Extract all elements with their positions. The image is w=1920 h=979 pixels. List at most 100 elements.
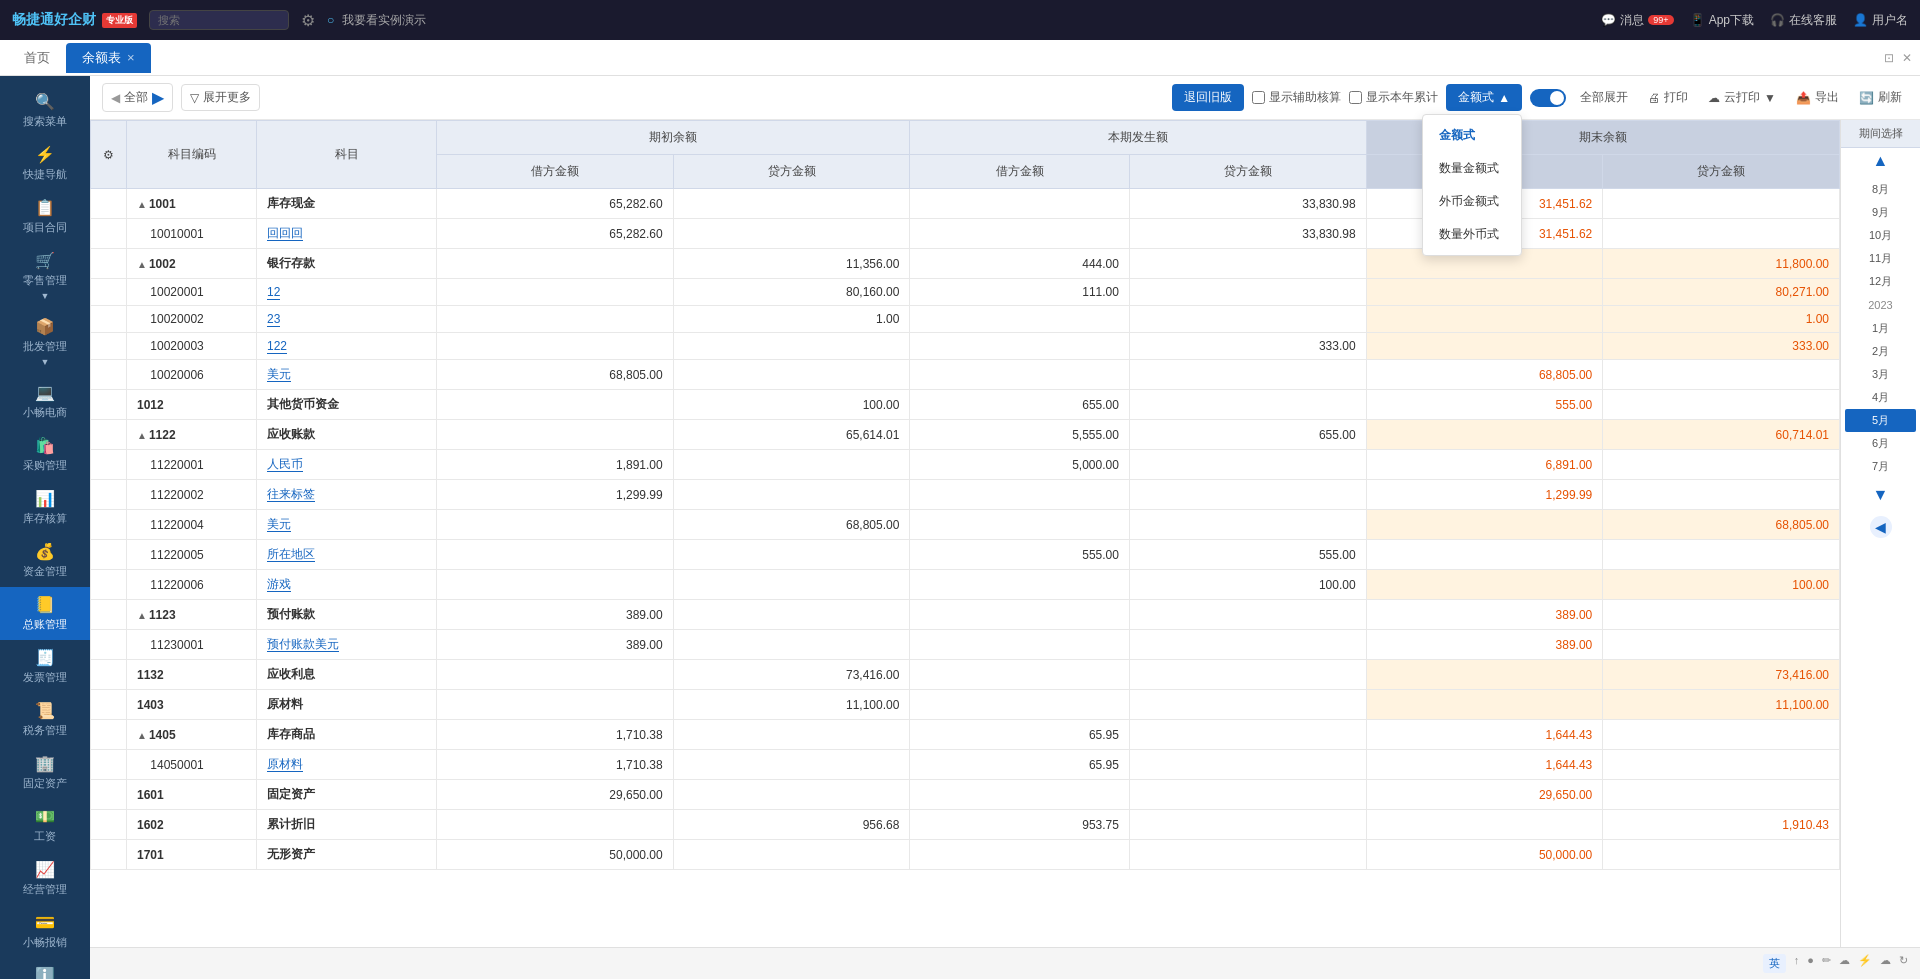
expand-all-toggle[interactable]: [1530, 89, 1566, 107]
account-link[interactable]: 23: [267, 312, 280, 327]
top-search-input[interactable]: [149, 10, 289, 30]
row-name[interactable]: 美元: [257, 360, 437, 390]
period-nav-down[interactable]: ▼: [1873, 486, 1889, 504]
account-link[interactable]: 所在地区: [267, 547, 315, 562]
cloud-print-button[interactable]: ☁ 云打印 ▼: [1702, 85, 1782, 110]
period-nav-up[interactable]: ▲: [1873, 152, 1889, 170]
month-2022-11[interactable]: 11月: [1841, 247, 1920, 270]
account-link[interactable]: 回回回: [267, 226, 303, 241]
settings-icon[interactable]: ⚙: [301, 11, 315, 30]
sidebar-item-operations[interactable]: 📈 经营管理: [0, 852, 90, 905]
bottom-icon-2[interactable]: ●: [1807, 954, 1814, 973]
tab-home[interactable]: 首页: [8, 43, 66, 73]
month-2022-12[interactable]: 12月: [1841, 270, 1920, 293]
bottom-icon-1[interactable]: ↑: [1794, 954, 1800, 973]
bottom-icon-4[interactable]: ☁: [1839, 954, 1850, 973]
lang-button[interactable]: 英: [1763, 954, 1786, 973]
sidebar-item-search[interactable]: 🔍 搜索菜单: [0, 84, 90, 137]
app-download-button[interactable]: 📱 App下载: [1690, 12, 1754, 29]
breadcrumb-all-button[interactable]: ◀ 全部 ▶: [102, 83, 173, 112]
row-name[interactable]: 人民币: [257, 450, 437, 480]
row-name[interactable]: 122: [257, 333, 437, 360]
show-aux-checkbox[interactable]: [1252, 91, 1265, 104]
account-link[interactable]: 12: [267, 285, 280, 300]
account-link[interactable]: 122: [267, 339, 287, 354]
month-2022-10[interactable]: 10月: [1841, 224, 1920, 247]
table-settings-icon[interactable]: ⚙: [103, 148, 114, 162]
sidebar-item-salary[interactable]: 💵 工资: [0, 799, 90, 852]
month-2023-6[interactable]: 6月: [1841, 432, 1920, 455]
month-2023-2[interactable]: 2月: [1841, 340, 1920, 363]
tab-restore-icon[interactable]: ⊡: [1884, 51, 1894, 65]
dropdown-item-qty-foreign[interactable]: 数量外币式: [1423, 218, 1521, 251]
app-logo: 畅捷通好企财 专业版: [12, 11, 137, 29]
sidebar-item-basic[interactable]: ℹ️ 基础信息: [0, 958, 90, 979]
dropdown-item-qty-amount[interactable]: 数量金额式: [1423, 152, 1521, 185]
dropdown-item-amount[interactable]: 金额式: [1423, 119, 1521, 152]
dropdown-item-foreign-amount[interactable]: 外币金额式: [1423, 185, 1521, 218]
view-mode-button[interactable]: 金额式 ▲: [1446, 84, 1522, 111]
month-2022-9[interactable]: 9月: [1841, 201, 1920, 224]
row-name[interactable]: 所在地区: [257, 540, 437, 570]
account-link[interactable]: 预付账款美元: [267, 637, 339, 652]
nav-right-icon[interactable]: ▶: [152, 88, 164, 107]
sidebar-item-accounting[interactable]: 📒 总账管理: [0, 587, 90, 640]
row-name[interactable]: 12: [257, 279, 437, 306]
back-old-version-button[interactable]: 退回旧版: [1172, 84, 1244, 111]
panel-collapse-icon[interactable]: ◀: [1870, 516, 1892, 538]
sidebar-item-retail[interactable]: 🛒 零售管理 ▼: [0, 243, 90, 309]
month-2023-4[interactable]: 4月: [1841, 386, 1920, 409]
show-ytd-checkbox-label[interactable]: 显示本年累计: [1349, 89, 1438, 106]
sidebar-item-wholesale[interactable]: 📦 批发管理 ▼: [0, 309, 90, 375]
bottom-icon-3[interactable]: ✏: [1822, 954, 1831, 973]
row-name[interactable]: 23: [257, 306, 437, 333]
expand-all-label[interactable]: 全部展开: [1574, 85, 1634, 110]
show-ytd-checkbox[interactable]: [1349, 91, 1362, 104]
row-name[interactable]: 原材料: [257, 750, 437, 780]
row-name[interactable]: 往来标签: [257, 480, 437, 510]
sidebar-item-quick-nav[interactable]: ⚡ 快捷导航: [0, 137, 90, 190]
row-name[interactable]: 美元: [257, 510, 437, 540]
bottom-icon-6[interactable]: ☁: [1880, 954, 1891, 973]
row-name[interactable]: 预付账款美元: [257, 630, 437, 660]
month-2023-5[interactable]: 5月: [1845, 409, 1916, 432]
sidebar-item-expense[interactable]: 💳 小畅报销: [0, 905, 90, 958]
tab-close-all-icon[interactable]: ✕: [1902, 51, 1912, 65]
month-2023-3[interactable]: 3月: [1841, 363, 1920, 386]
month-2023-1[interactable]: 1月: [1841, 317, 1920, 340]
sidebar-item-inventory[interactable]: 📊 库存核算: [0, 481, 90, 534]
expand-more-button[interactable]: ▽ 展开更多: [181, 84, 260, 111]
sidebar-item-tax[interactable]: 📜 税务管理: [0, 693, 90, 746]
sidebar-item-project[interactable]: 📋 项目合同: [0, 190, 90, 243]
row-name[interactable]: 游戏: [257, 570, 437, 600]
messages-button[interactable]: 💬 消息 99+: [1601, 12, 1673, 29]
col-settings-header[interactable]: ⚙: [91, 121, 127, 189]
tab-close-icon[interactable]: ×: [127, 50, 135, 65]
bottom-icon-7[interactable]: ↻: [1899, 954, 1908, 973]
row-name[interactable]: 回回回: [257, 219, 437, 249]
sidebar-item-invoice[interactable]: 🧾 发票管理: [0, 640, 90, 693]
account-link[interactable]: 原材料: [267, 757, 303, 772]
export-button[interactable]: 📤 导出: [1790, 85, 1845, 110]
account-link[interactable]: 美元: [267, 517, 291, 532]
sidebar-item-assets[interactable]: 🏢 固定资产: [0, 746, 90, 799]
user-avatar[interactable]: 👤 用户名: [1853, 12, 1908, 29]
account-link[interactable]: 人民币: [267, 457, 303, 472]
refresh-button[interactable]: 🔄 刷新: [1853, 85, 1908, 110]
account-link[interactable]: 美元: [267, 367, 291, 382]
bottom-icon-5[interactable]: ⚡: [1858, 954, 1872, 973]
month-2022-8[interactable]: 8月: [1841, 178, 1920, 201]
table-row: 11220002 往来标签 1,299.99 1,299.99: [91, 480, 1840, 510]
online-service-button[interactable]: 🎧 在线客服: [1770, 12, 1837, 29]
print-button[interactable]: 🖨 打印: [1642, 85, 1694, 110]
sidebar-item-capital[interactable]: 💰 资金管理: [0, 534, 90, 587]
row-ob-debit: [437, 420, 674, 450]
account-link[interactable]: 游戏: [267, 577, 291, 592]
show-aux-checkbox-label[interactable]: 显示辅助核算: [1252, 89, 1341, 106]
demo-button[interactable]: ○ 我要看实例演示: [327, 12, 426, 29]
tab-balance-sheet[interactable]: 余额表 ×: [66, 43, 151, 73]
account-link[interactable]: 往来标签: [267, 487, 315, 502]
sidebar-item-purchase[interactable]: 🛍️ 采购管理: [0, 428, 90, 481]
month-2023-7[interactable]: 7月: [1841, 455, 1920, 478]
sidebar-item-ecommerce[interactable]: 💻 小畅电商: [0, 375, 90, 428]
